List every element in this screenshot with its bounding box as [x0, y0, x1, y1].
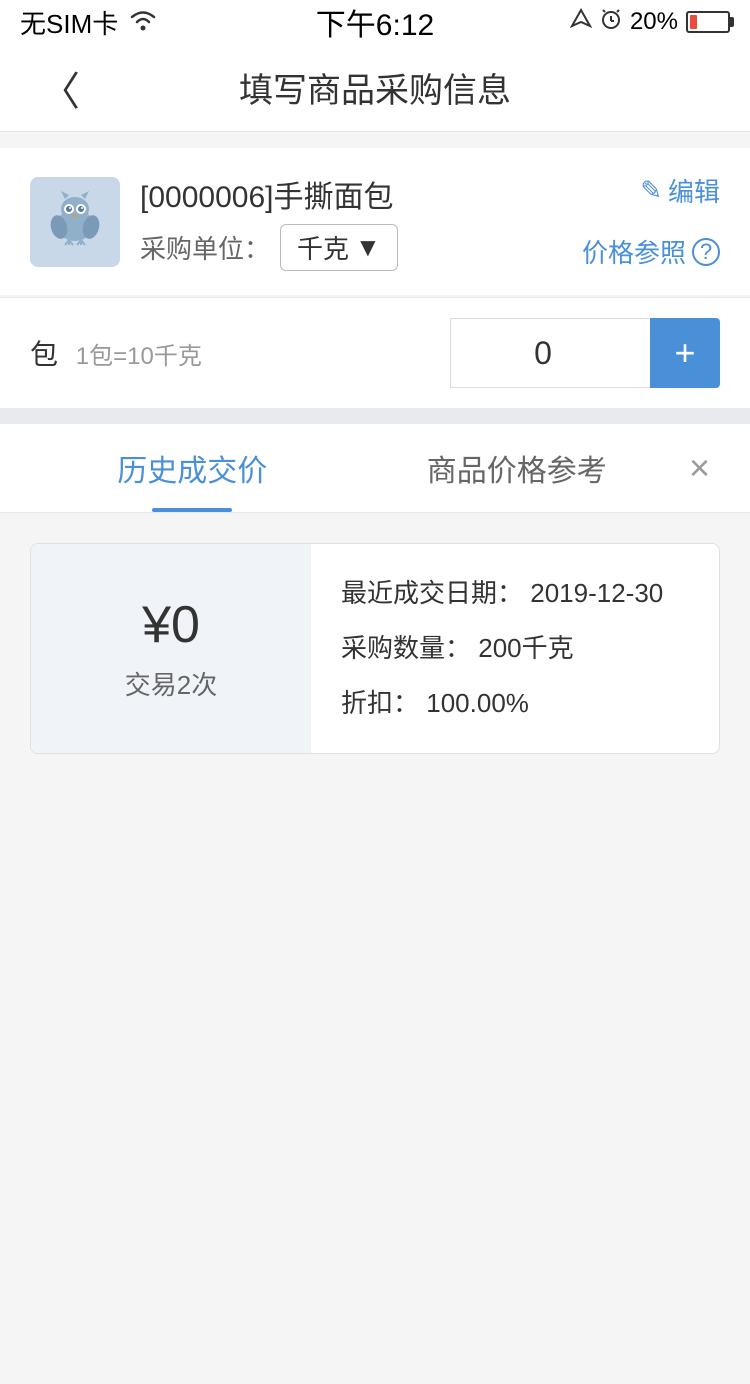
tabs-container: 历史成交价 商品价格参考 × [0, 424, 750, 513]
section-divider [0, 408, 750, 424]
quantity-plus-button[interactable]: + [650, 318, 720, 388]
price-detail-qty-row: 采购数量： 200千克 [341, 629, 689, 668]
quantity-input-group: + [450, 318, 720, 388]
status-time: 下午6:12 [316, 0, 434, 44]
tab-product-price-label: 商品价格参考 [427, 446, 607, 490]
discount-label: 折扣： [341, 688, 419, 718]
discount-value: 100.00% [426, 688, 529, 718]
battery-percent: 20% [630, 8, 678, 36]
tab-history-label: 历史成交价 [117, 446, 267, 490]
unit-select[interactable]: 千克 ▼ [280, 224, 398, 271]
price-history-section: ¥0 交易2次 最近成交日期： 2019-12-30 采购数量： 200千克 折… [0, 513, 750, 784]
purchase-qty-value: 200千克 [478, 633, 573, 663]
price-ref-button[interactable]: 价格参照 ? [582, 233, 720, 270]
product-card: [0000006]手撕面包 采购单位： 千克 ▼ ✎ 编辑 价格参照 ? [0, 148, 750, 295]
quantity-row: 包 1包=10千克 + [0, 297, 750, 408]
edit-label: 编辑 [668, 172, 720, 209]
battery-fill [690, 15, 697, 29]
quantity-input[interactable] [450, 318, 650, 388]
status-left: 无SIM卡 [20, 4, 158, 41]
product-logo-icon [45, 187, 105, 257]
price-ref-help-icon: ? [692, 238, 720, 266]
product-unit-row: 采购单位： 千克 ▼ [140, 224, 398, 271]
price-detail-date-row: 最近成交日期： 2019-12-30 [341, 574, 689, 613]
quantity-label-group: 包 1包=10千克 [30, 333, 202, 373]
edit-icon: ✎ [640, 175, 662, 206]
location-icon [570, 8, 592, 37]
main-content-bg [0, 784, 750, 1384]
price-detail-discount-row: 折扣： 100.00% [341, 684, 689, 723]
dropdown-arrow-icon: ▼ [355, 232, 381, 263]
purchase-qty-label: 采购数量： [341, 633, 471, 663]
product-image [30, 177, 120, 267]
price-ref-label: 价格参照 [582, 233, 686, 270]
price-value: 0 [171, 596, 200, 654]
wifi-icon [128, 7, 158, 38]
price-right-panel: 最近成交日期： 2019-12-30 采购数量： 200千克 折扣： 100.0… [311, 544, 719, 753]
price-ref-right: ✎ 编辑 价格参照 ? [582, 172, 720, 270]
product-info: [0000006]手撕面包 采购单位： 千克 ▼ [140, 172, 398, 271]
quantity-conversion-label: 1包=10千克 [76, 343, 202, 370]
product-left: [0000006]手撕面包 采购单位： 千克 ▼ [30, 172, 398, 271]
back-button[interactable]: 〈 [30, 49, 90, 127]
alarm-icon [600, 8, 622, 37]
nav-bar: 〈 填写商品采购信息 [0, 44, 750, 132]
tab-product-price-ref[interactable]: 商品价格参考 [354, 424, 678, 512]
unit-label: 采购单位： [140, 229, 270, 266]
price-left-panel: ¥0 交易2次 [31, 544, 311, 753]
carrier-text: 无SIM卡 [20, 4, 118, 41]
status-bar: 无SIM卡 下午6:12 20% [0, 0, 750, 44]
recent-date-value: 2019-12-30 [530, 578, 663, 608]
price-history-card: ¥0 交易2次 最近成交日期： 2019-12-30 采购数量： 200千克 折… [30, 543, 720, 754]
tab-history-price[interactable]: 历史成交价 [30, 424, 354, 512]
trade-count: 交易2次 [125, 665, 217, 702]
page-title: 填写商品采购信息 [239, 63, 511, 112]
price-amount: ¥0 [142, 595, 200, 655]
battery-icon [686, 11, 730, 33]
status-right: 20% [570, 8, 730, 37]
edit-button[interactable]: ✎ 编辑 [640, 172, 720, 209]
recent-date-label: 最近成交日期： [341, 578, 523, 608]
quantity-unit-label: 包 [30, 339, 58, 370]
tab-active-underline [152, 508, 232, 512]
product-header: [0000006]手撕面包 采购单位： 千克 ▼ ✎ 编辑 价格参照 ? [30, 172, 720, 271]
unit-value: 千克 [297, 229, 349, 266]
product-name: [0000006]手撕面包 [140, 172, 398, 216]
price-yen-symbol: ¥ [142, 596, 171, 654]
tab-close-button[interactable]: × [679, 437, 720, 499]
